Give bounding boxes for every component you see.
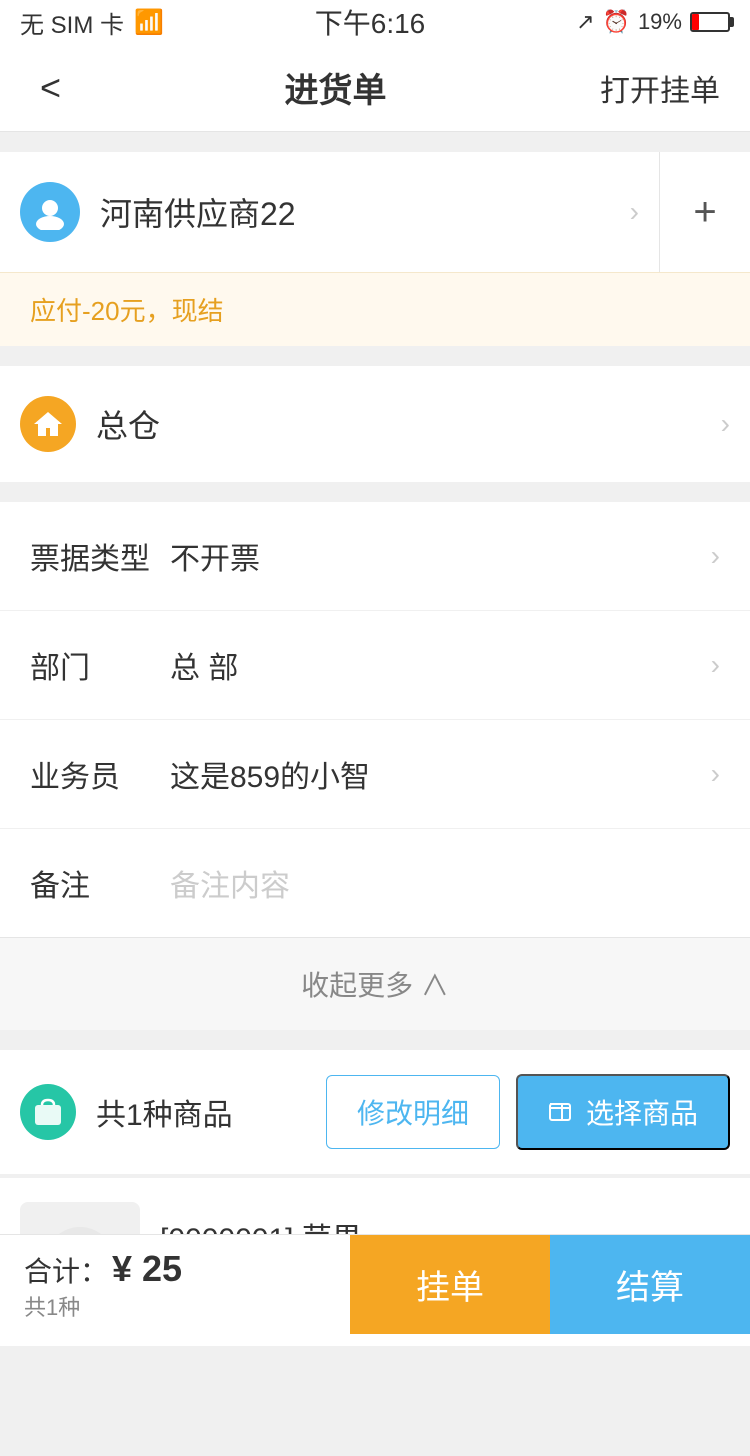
supplier-selector[interactable]: 河南供应商22 › [0, 152, 660, 272]
warehouse-section[interactable]: 总仓 › [0, 366, 750, 482]
divider [0, 1174, 750, 1176]
product-count-text: 共1种商品 [96, 1090, 326, 1134]
bag-icon [31, 1095, 65, 1129]
alarm-icon: ⏰ [603, 9, 630, 35]
department-row[interactable]: 部门 总 部 › [0, 611, 750, 720]
warehouse-name: 总仓 [96, 401, 711, 447]
remark-row[interactable]: 备注 备注内容 [0, 829, 750, 937]
footer-total: 合计： ¥ 25 共1种 [0, 1235, 350, 1334]
department-chevron-icon: › [711, 649, 720, 681]
section-gap-4 [0, 1030, 750, 1050]
collapse-button[interactable]: 收起更多 ∧ [0, 937, 750, 1030]
nav-bar: < 进货单 打开挂单 [0, 44, 750, 132]
salesperson-value: 这是859的小智 [170, 752, 701, 796]
total-amount: ¥ 25 [112, 1248, 182, 1290]
back-button[interactable]: < [30, 57, 71, 119]
section-gap-2 [0, 346, 750, 366]
home-icon [32, 408, 64, 440]
invoice-type-row[interactable]: 票据类型 不开票 › [0, 502, 750, 611]
form-section: 票据类型 不开票 › 部门 总 部 › 业务员 这是859的小智 › 备注 备注… [0, 502, 750, 937]
wifi-icon: 📶 [134, 8, 164, 37]
checkout-button[interactable]: 结算 [550, 1235, 750, 1334]
modify-detail-button[interactable]: 修改明细 [326, 1075, 500, 1149]
page-title: 进货单 [285, 63, 387, 112]
supplier-avatar [20, 182, 80, 242]
status-right: ↗ ⏰ 19% [576, 9, 730, 35]
product-header-icon [20, 1084, 76, 1140]
invoice-type-chevron-icon: › [711, 540, 720, 572]
status-time: 下午6:16 [315, 2, 426, 42]
supplier-name: 河南供应商22 [100, 189, 620, 235]
department-label: 部门 [30, 643, 170, 687]
select-product-label: 选择商品 [586, 1092, 698, 1132]
battery-text: 19% [638, 9, 682, 35]
battery-icon [690, 12, 730, 32]
salesperson-label: 业务员 [30, 752, 170, 796]
payment-notice: 应付-20元，现结 [0, 272, 750, 346]
user-icon [32, 194, 68, 230]
warehouse-chevron-icon: › [721, 408, 730, 440]
cart-icon [548, 1098, 576, 1126]
salesperson-chevron-icon: › [711, 758, 720, 790]
carrier-text: 无 SIM 卡 [20, 5, 124, 40]
salesperson-row[interactable]: 业务员 这是859的小智 › [0, 720, 750, 829]
select-product-button[interactable]: 选择商品 [516, 1074, 730, 1150]
status-left: 无 SIM 卡 📶 [20, 5, 164, 40]
bottom-padding [0, 1346, 750, 1456]
battery-fill [692, 14, 699, 30]
location-icon: ↗ [576, 9, 594, 35]
department-value: 总 部 [170, 643, 701, 687]
section-gap-1 [0, 132, 750, 152]
remark-label: 备注 [30, 861, 170, 905]
remark-value: 备注内容 [170, 861, 720, 905]
product-header: 共1种商品 修改明细 选择商品 [0, 1050, 750, 1174]
status-bar: 无 SIM 卡 📶 下午6:16 ↗ ⏰ 19% [0, 0, 750, 44]
chevron-right-icon: › [630, 196, 639, 228]
section-gap-3 [0, 482, 750, 502]
invoice-type-label: 票据类型 [30, 534, 170, 578]
hang-button[interactable]: 挂单 [350, 1235, 550, 1334]
invoice-type-value: 不开票 [170, 534, 701, 578]
open-hang-button[interactable]: 打开挂单 [600, 66, 720, 110]
total-label: 合计： [24, 1250, 108, 1290]
supplier-section: 河南供应商22 › + [0, 152, 750, 272]
add-supplier-button[interactable]: + [660, 190, 750, 235]
total-sub: 共1种 [24, 1290, 326, 1322]
warehouse-icon [20, 396, 76, 452]
footer: 合计： ¥ 25 共1种 挂单 结算 [0, 1234, 750, 1334]
